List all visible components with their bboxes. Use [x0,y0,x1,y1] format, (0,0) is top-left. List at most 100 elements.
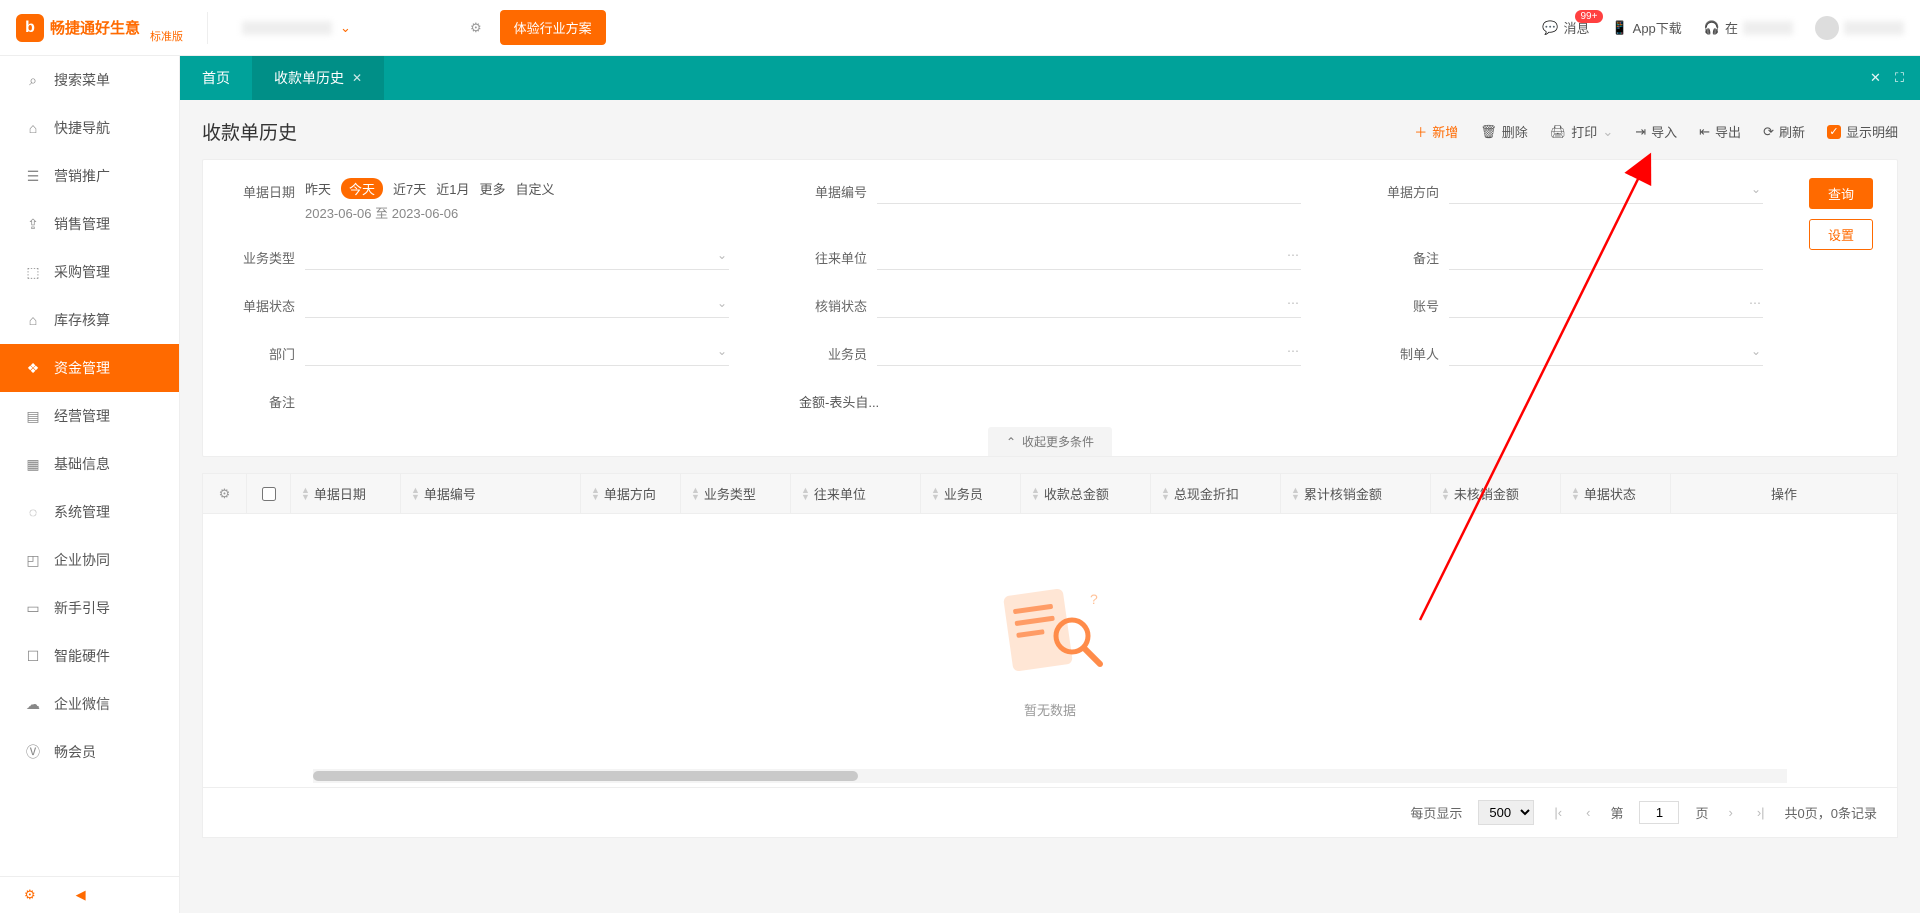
org-selector[interactable]: ⌄ [232,16,462,40]
remark2-input[interactable] [305,388,729,413]
sidebar-item-9[interactable]: ◌系统管理 [0,488,179,536]
filter-clerk: 业务员 ⋯ [799,340,1301,366]
column-header[interactable]: ▲▼单据状态 [1561,474,1671,513]
first-page-button[interactable]: |‹ [1550,805,1566,820]
brand-logo[interactable]: b 畅捷通好生意 标准版 [16,12,183,44]
sidebar-item-6[interactable]: ❖资金管理 [0,344,179,392]
column-label: 累计核销金额 [1304,484,1382,503]
delete-button[interactable]: 🗑删除 [1480,122,1528,141]
column-header[interactable]: ▲▼总现金折扣 [1151,474,1281,513]
sidebar-settings-icon[interactable]: ⚙ [24,887,36,903]
biz-type-select[interactable] [305,244,729,270]
sidebar-item-11[interactable]: ▭新手引导 [0,584,179,632]
dept-select[interactable] [305,340,729,366]
sidebar-item-2[interactable]: ☰营销推广 [0,152,179,200]
bill-no-input[interactable] [877,178,1301,204]
column-header[interactable]: ▲▼收款总金额 [1021,474,1151,513]
messages-link[interactable]: 💬 消息 99+ [1542,18,1589,37]
sidebar-item-14[interactable]: Ⓥ畅会员 [0,728,179,776]
column-header[interactable]: ▲▼单据日期 [291,474,401,513]
sidebar-item-0[interactable]: ⌕搜索菜单 [0,56,179,104]
sidebar-item-10[interactable]: ◰ 企业协同 [0,536,179,584]
partner-input[interactable] [877,244,1301,270]
support-label: 在 [1725,18,1738,37]
maker-select[interactable] [1449,340,1763,366]
export-button[interactable]: ⇤导出 [1699,122,1741,141]
sidebar-item-13[interactable]: ☁企业微信 [0,680,179,728]
org-settings-icon[interactable]: ⚙ [470,20,482,36]
fullscreen-icon[interactable]: ⛶ [1895,70,1904,86]
filter-label: 部门 [227,340,305,363]
show-detail-toggle[interactable]: ✓显示明细 [1827,122,1898,141]
date-more[interactable]: 更多 [480,179,506,198]
column-header[interactable]: ▲▼未核销金额 [1431,474,1561,513]
date-yesterday[interactable]: 昨天 [305,179,331,198]
sidebar-collapse-icon[interactable]: ◀ [76,887,86,903]
close-icon[interactable]: ✕ [352,71,362,85]
app-download-link[interactable]: 📱 App下载 [1611,18,1681,37]
sort-icon: ▲▼ [1441,487,1450,501]
import-button[interactable]: ⇥导入 [1635,122,1677,141]
select-all-checkbox[interactable] [247,474,291,513]
menu-icon: ⬚ [24,264,42,281]
clerk-input[interactable] [877,340,1301,366]
topbar-right: 💬 消息 99+ 📱 App下载 🎧 在 [1542,16,1904,40]
column-header[interactable]: ▲▼往来单位 [791,474,921,513]
page-input[interactable] [1639,801,1679,824]
column-header[interactable]: ▲▼业务类型 [681,474,791,513]
user-menu[interactable] [1815,16,1904,40]
filter-label: 单据日期 [227,178,305,201]
filter-setting-button[interactable]: 设置 [1809,219,1873,250]
chevron-down-icon: ⌄ [1602,124,1613,140]
column-header[interactable]: ▲▼业务员 [921,474,1021,513]
sidebar-item-4[interactable]: ⬚采购管理 [0,248,179,296]
date-1m[interactable]: 近1月 [436,179,469,198]
filter-label: 单据编号 [799,178,877,201]
sort-icon: ▲▼ [591,487,600,501]
menu-icon: ⌂ [24,312,42,328]
per-page-select[interactable]: 500 [1478,800,1534,825]
column-header[interactable]: ▲▼累计核销金额 [1281,474,1431,513]
sidebar-item-5[interactable]: ⌂库存核算 [0,296,179,344]
sidebar-bottom: ⚙ ◀ [0,876,179,913]
chat-icon: 💬 [1542,20,1558,36]
account-input[interactable] [1449,292,1763,318]
verify-status-select[interactable] [877,292,1301,318]
support-link[interactable]: 🎧 在 [1704,18,1793,37]
prev-page-button[interactable]: ‹ [1582,805,1594,820]
bill-dir-select[interactable] [1449,178,1763,204]
sidebar-item-8[interactable]: ▦基础信息 [0,440,179,488]
sidebar-item-1[interactable]: ⌂快捷导航 [0,104,179,152]
column-header[interactable]: ▲▼单据方向 [581,474,681,513]
sidebar-item-7[interactable]: ▤经营管理 [0,392,179,440]
sidebar-item-3[interactable]: ⇪销售管理 [0,200,179,248]
next-page-button[interactable]: › [1724,805,1736,820]
trial-button[interactable]: 体验行业方案 [500,10,606,45]
bill-status-select[interactable] [305,292,729,318]
tab-current[interactable]: 收款单历史 ✕ [252,56,384,100]
menu-icon: ☐ [24,648,42,665]
print-button[interactable]: 🖨打印⌄ [1550,122,1613,141]
column-header[interactable]: ▲▼单据编号 [401,474,581,513]
add-button[interactable]: ＋新增 [1414,122,1458,141]
horizontal-scrollbar[interactable] [313,769,1787,783]
tab-close-all-icon[interactable]: ✕ [1870,70,1881,86]
refresh-button[interactable]: ⟳刷新 [1763,122,1805,141]
menu-label: 快捷导航 [54,118,110,138]
tab-home[interactable]: 首页 [180,56,252,100]
date-custom[interactable]: 自定义 [516,179,555,198]
filter-label: 单据方向 [1371,178,1449,201]
date-7d[interactable]: 近7天 [393,179,426,198]
date-today[interactable]: 今天 [341,178,383,199]
last-page-button[interactable]: ›| [1753,805,1769,820]
menu-label: 企业协同 [54,550,110,570]
sidebar-item-12[interactable]: ☐智能硬件 [0,632,179,680]
column-header[interactable]: 操作 [1671,474,1897,513]
menu-icon: ⌕ [24,72,42,89]
search-button[interactable]: 查询 [1809,178,1873,209]
remark1-input[interactable] [1449,244,1763,270]
column-settings-button[interactable]: ⚙ [203,474,247,513]
menu-icon: ◰ [24,552,42,569]
filter-bill-status: 单据状态 ⌄ [227,292,729,318]
collapse-filters-button[interactable]: ⌃ 收起更多条件 [988,427,1112,456]
